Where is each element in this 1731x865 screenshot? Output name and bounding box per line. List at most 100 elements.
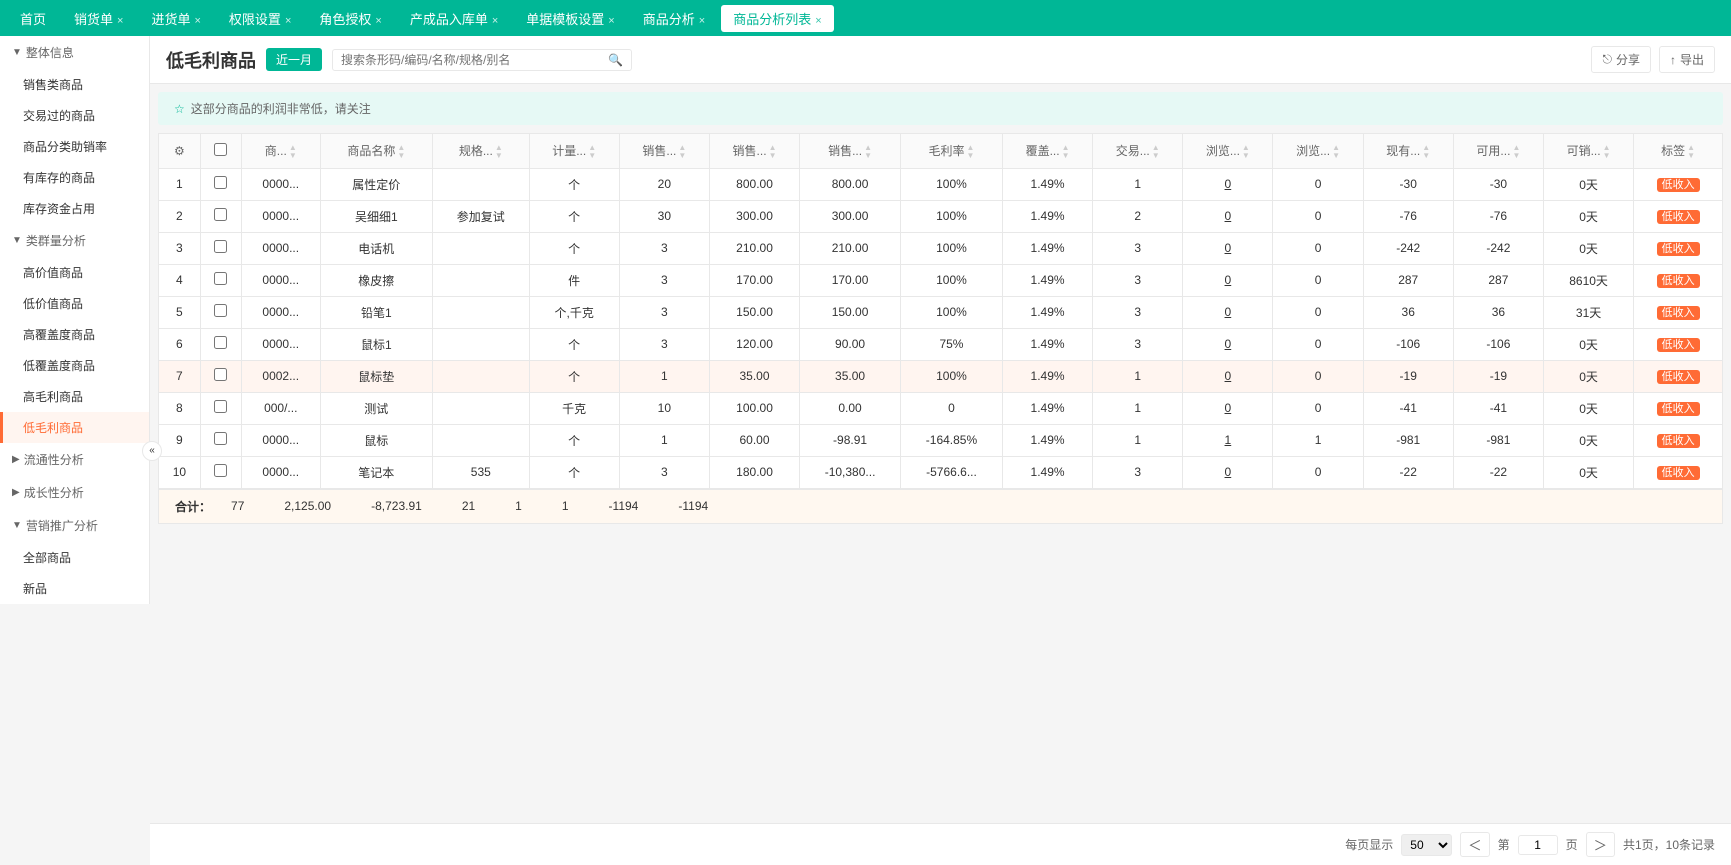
time-filter-btn[interactable]: 近一月 — [266, 48, 322, 71]
row-checkbox[interactable] — [214, 432, 227, 445]
cell-checkbox[interactable] — [200, 168, 241, 200]
cell-views1[interactable]: 0 — [1183, 200, 1273, 232]
cell-checkbox[interactable] — [200, 296, 241, 328]
row-checkbox[interactable] — [214, 208, 227, 221]
sidebar-item-low-value[interactable]: 低价值商品 — [0, 288, 149, 319]
col-views1-header[interactable]: 浏览...▲▼ — [1183, 134, 1273, 169]
cell-checkbox[interactable] — [200, 200, 241, 232]
nav-sales-close[interactable]: × — [117, 15, 123, 27]
cell-coverage: 1.49% — [1002, 424, 1092, 456]
sidebar-group-growth[interactable]: ▶ 成长性分析 — [0, 476, 149, 509]
prev-page-btn[interactable]: ＜ — [1460, 832, 1489, 857]
cell-sales-qty: 20 — [619, 168, 709, 200]
sidebar-item-category-rate[interactable]: 商品分类助销率 — [0, 131, 149, 162]
search-box[interactable]: 🔍 — [332, 49, 632, 71]
row-checkbox[interactable] — [214, 176, 227, 189]
col-unit-header[interactable]: 计量...▲▼ — [529, 134, 619, 169]
col-settings[interactable]: ⚙ — [159, 134, 201, 169]
cell-sales-price: 300.00 — [709, 200, 799, 232]
share-btn[interactable]: ⎋ 分享 — [1591, 46, 1651, 73]
col-code-header[interactable]: 商...▲▼ — [241, 134, 320, 169]
cell-current: -19 — [1363, 360, 1453, 392]
nav-analysis-close[interactable]: × — [699, 15, 705, 27]
col-sales-qty-header[interactable]: 销售...▲▼ — [619, 134, 709, 169]
cell-checkbox[interactable] — [200, 328, 241, 360]
cell-checkbox[interactable] — [200, 424, 241, 456]
cell-checkbox[interactable] — [200, 456, 241, 488]
col-gross-margin-header[interactable]: 毛利率▲▼ — [901, 134, 1003, 169]
cell-checkbox[interactable] — [200, 392, 241, 424]
page-input[interactable] — [1518, 835, 1558, 855]
nav-product-in-close[interactable]: × — [492, 15, 498, 27]
sidebar-item-high-value[interactable]: 高价值商品 — [0, 257, 149, 288]
col-name-header[interactable]: 商品名称▲▼ — [320, 134, 432, 169]
cell-available: -41 — [1453, 392, 1543, 424]
cell-checkbox[interactable] — [200, 232, 241, 264]
sidebar-item-all-products[interactable]: 全部商品 — [0, 542, 149, 573]
nav-analysis[interactable]: 商品分析× — [631, 5, 717, 32]
cell-views1[interactable]: 0 — [1183, 232, 1273, 264]
nav-purchase[interactable]: 进货单× — [139, 5, 212, 32]
sidebar-collapse-btn[interactable]: « — [142, 441, 162, 461]
sidebar-group-flow[interactable]: ▶ 流通性分析 — [0, 443, 149, 476]
col-sales-price-header[interactable]: 销售...▲▼ — [709, 134, 799, 169]
nav-product-in[interactable]: 产成品入库单× — [398, 5, 510, 32]
cell-checkbox[interactable] — [200, 264, 241, 296]
cell-views1[interactable]: 0 — [1183, 360, 1273, 392]
sidebar-item-high-coverage[interactable]: 高覆盖度商品 — [0, 319, 149, 350]
nav-analysis-list[interactable]: 商品分析列表× — [721, 5, 833, 32]
cell-views1[interactable]: 1 — [1183, 424, 1273, 456]
nav-sales[interactable]: 销货单× — [62, 5, 135, 32]
col-coverage-header[interactable]: 覆盖...▲▼ — [1002, 134, 1092, 169]
nav-purchase-close[interactable]: × — [194, 15, 200, 27]
cell-checkbox[interactable] — [200, 360, 241, 392]
row-checkbox[interactable] — [214, 368, 227, 381]
sidebar-item-in-stock[interactable]: 有库存的商品 — [0, 162, 149, 193]
select-all-checkbox[interactable] — [214, 143, 227, 156]
nav-template-close[interactable]: × — [608, 15, 614, 27]
sidebar-group-cluster[interactable]: ▼ 类群量分析 — [0, 224, 149, 257]
sidebar-item-sales-products[interactable]: 销售类商品 — [0, 69, 149, 100]
sidebar-item-new-products[interactable]: 新品 — [0, 573, 149, 604]
nav-home[interactable]: 首页 — [8, 5, 58, 32]
nav-permissions-close[interactable]: × — [285, 15, 291, 27]
nav-permissions[interactable]: 权限设置× — [217, 5, 303, 32]
col-current-header[interactable]: 现有...▲▼ — [1363, 134, 1453, 169]
sidebar-item-low-margin[interactable]: 低毛利商品 — [0, 412, 149, 443]
row-checkbox[interactable] — [214, 304, 227, 317]
page-size-select[interactable]: 50 100 200 — [1401, 834, 1452, 856]
sidebar-group-marketing[interactable]: ▼ 营销推广分析 — [0, 509, 149, 542]
sidebar-group-overall[interactable]: ▼ 整体信息 — [0, 36, 149, 69]
cell-views1[interactable]: 0 — [1183, 456, 1273, 488]
col-tag-header[interactable]: 标签▲▼ — [1634, 134, 1723, 169]
row-checkbox[interactable] — [214, 272, 227, 285]
sidebar-item-stock-capital[interactable]: 库存资金占用 — [0, 193, 149, 224]
nav-roles[interactable]: 角色授权× — [307, 5, 393, 32]
cell-views1[interactable]: 0 — [1183, 168, 1273, 200]
sidebar-item-high-margin[interactable]: 高毛利商品 — [0, 381, 149, 412]
cell-views1[interactable]: 0 — [1183, 264, 1273, 296]
row-checkbox[interactable] — [214, 336, 227, 349]
search-icon: 🔍 — [608, 53, 623, 67]
nav-template[interactable]: 单据模板设置× — [514, 5, 626, 32]
row-checkbox[interactable] — [214, 240, 227, 253]
cell-views1[interactable]: 0 — [1183, 392, 1273, 424]
row-checkbox[interactable] — [214, 400, 227, 413]
search-input[interactable] — [341, 53, 608, 67]
col-views2-header[interactable]: 浏览...▲▼ — [1273, 134, 1363, 169]
sidebar-item-low-coverage[interactable]: 低覆盖度商品 — [0, 350, 149, 381]
col-sales-amount-header[interactable]: 销售...▲▼ — [800, 134, 901, 169]
cell-views1[interactable]: 0 — [1183, 328, 1273, 360]
col-spec-header[interactable]: 规格...▲▼ — [432, 134, 529, 169]
col-checkbox-header[interactable] — [200, 134, 241, 169]
cell-views1[interactable]: 0 — [1183, 296, 1273, 328]
nav-roles-close[interactable]: × — [375, 15, 381, 27]
next-page-btn[interactable]: ＞ — [1586, 832, 1615, 857]
col-available-header[interactable]: 可用...▲▼ — [1453, 134, 1543, 169]
row-checkbox[interactable] — [214, 464, 227, 477]
col-saleable-header[interactable]: 可销...▲▼ — [1543, 134, 1633, 169]
sidebar-item-traded-products[interactable]: 交易过的商品 — [0, 100, 149, 131]
col-transactions-header[interactable]: 交易...▲▼ — [1093, 134, 1183, 169]
export-btn[interactable]: ↑ 导出 — [1659, 46, 1715, 73]
nav-analysis-list-close[interactable]: × — [815, 15, 821, 27]
